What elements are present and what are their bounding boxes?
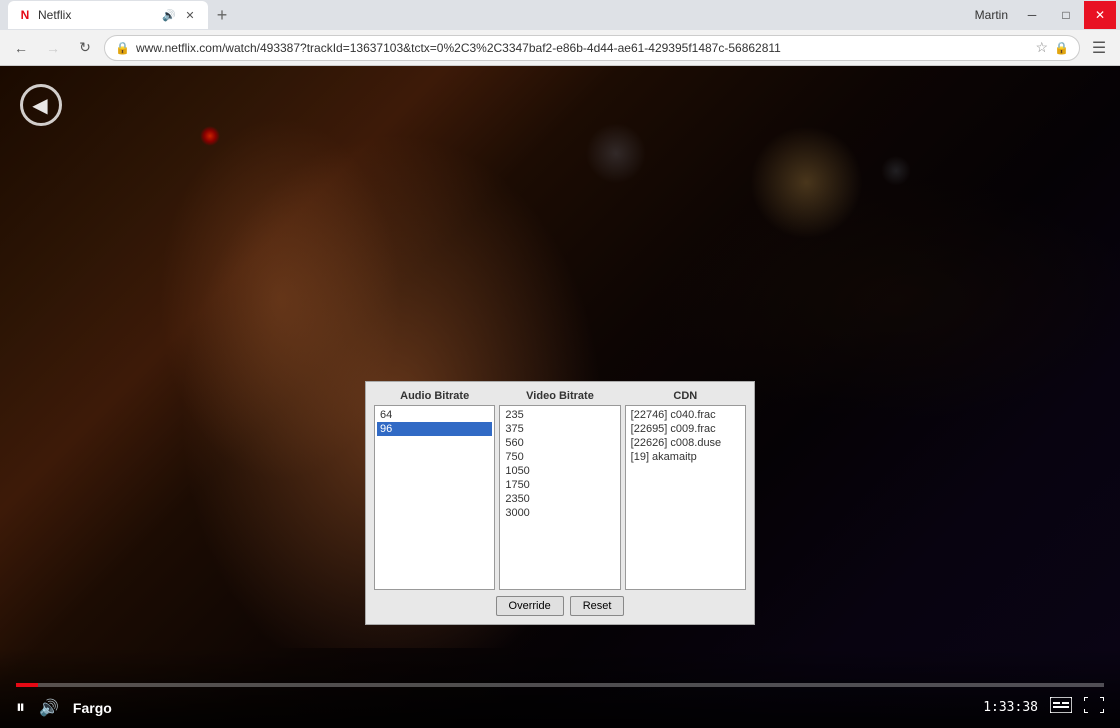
cdn-item-4[interactable]: [19] akamaitp <box>628 450 743 464</box>
video-bitrate-list[interactable]: 235 375 560 750 1050 1750 2350 3000 <box>499 405 620 590</box>
video-bitrate-item-375[interactable]: 375 <box>502 422 617 436</box>
video-bitrate-item-1750[interactable]: 1750 <box>502 478 617 492</box>
subtitles-button[interactable] <box>1050 697 1072 718</box>
forward-button[interactable]: → <box>40 35 66 61</box>
title-bar-left: N Netflix 🔊 ✕ + <box>0 1 236 29</box>
tab-title: Netflix <box>38 8 156 22</box>
override-button[interactable]: Override <box>496 596 564 616</box>
progress-fill <box>16 683 38 687</box>
debug-panel: Audio Bitrate 64 96 Video Bitrate 235 37… <box>365 381 755 625</box>
controls-row: ⏸ 🔊 Fargo 1:33:38 <box>16 697 1104 718</box>
user-name: Martin <box>969 8 1014 22</box>
netflix-logo: N <box>21 8 30 22</box>
chrome-window: N Netflix 🔊 ✕ + Martin ─ □ ✕ ← → ↻ 🔒 www… <box>0 0 1120 728</box>
player-controls: ⏸ 🔊 Fargo 1:33:38 <box>0 648 1120 728</box>
audio-bitrate-list[interactable]: 64 96 <box>374 405 495 590</box>
bookmark-icon[interactable]: ☆ <box>1035 39 1048 56</box>
debug-columns: Audio Bitrate 64 96 Video Bitrate 235 37… <box>374 390 746 590</box>
cdn-list[interactable]: [22746] c040.frac [22695] c009.frac [226… <box>625 405 746 590</box>
video-bitrate-item-235[interactable]: 235 <box>502 408 617 422</box>
address-bar: ← → ↻ 🔒 www.netflix.com/watch/493387?tra… <box>0 30 1120 66</box>
pause-button[interactable]: ⏸ <box>16 697 25 718</box>
audio-bitrate-item-64[interactable]: 64 <box>377 408 492 422</box>
minimize-button[interactable]: ─ <box>1016 1 1048 29</box>
volume-button[interactable]: 🔊 <box>39 698 59 718</box>
tab-favicon: N <box>18 8 32 22</box>
debug-buttons: Override Reset <box>374 596 746 616</box>
cdn-item-3[interactable]: [22626] c008.duse <box>628 436 743 450</box>
chrome-menu-button[interactable]: ☰ <box>1086 35 1112 61</box>
back-arrow-icon: ◀ <box>32 93 47 118</box>
lock-icon: 🔒 <box>115 41 130 55</box>
browser-tab[interactable]: N Netflix 🔊 ✕ <box>8 1 208 29</box>
url-text: www.netflix.com/watch/493387?trackId=136… <box>136 41 1030 55</box>
maximize-button[interactable]: □ <box>1050 1 1082 29</box>
audio-bitrate-item-96[interactable]: 96 <box>377 422 492 436</box>
reload-button[interactable]: ↻ <box>72 35 98 61</box>
reset-button[interactable]: Reset <box>570 596 625 616</box>
cdn-item-1[interactable]: [22746] c040.frac <box>628 408 743 422</box>
video-bitrate-header: Video Bitrate <box>499 390 620 402</box>
tab-close-button[interactable]: ✕ <box>182 7 198 23</box>
player-back-button[interactable]: ◀ <box>20 84 62 126</box>
controls-left: ⏸ 🔊 Fargo <box>16 697 112 718</box>
cdn-column: CDN [22746] c040.frac [22695] c009.frac … <box>625 390 746 590</box>
new-tab-button[interactable]: + <box>208 1 236 29</box>
video-bitrate-item-560[interactable]: 560 <box>502 436 617 450</box>
scene-light <box>200 126 220 146</box>
back-button[interactable]: ← <box>8 35 34 61</box>
progress-bar[interactable] <box>16 683 1104 687</box>
cdn-header: CDN <box>625 390 746 402</box>
video-bitrate-item-750[interactable]: 750 <box>502 450 617 464</box>
time-display: 1:33:38 <box>983 700 1038 715</box>
title-bar: N Netflix 🔊 ✕ + Martin ─ □ ✕ <box>0 0 1120 30</box>
video-bitrate-column: Video Bitrate 235 375 560 750 1050 1750 … <box>499 390 620 590</box>
video-bitrate-item-3000[interactable]: 3000 <box>502 506 617 520</box>
extension-icon[interactable]: 🔒 <box>1054 41 1069 55</box>
url-bar[interactable]: 🔒 www.netflix.com/watch/493387?trackId=1… <box>104 35 1080 61</box>
fullscreen-button[interactable] <box>1084 697 1104 718</box>
movie-title: Fargo <box>73 700 112 716</box>
tab-audio-icon: 🔊 <box>162 9 176 22</box>
video-bitrate-item-2350[interactable]: 2350 <box>502 492 617 506</box>
close-button[interactable]: ✕ <box>1084 1 1116 29</box>
video-player[interactable]: ◀ Audio Bitrate 64 96 Video Bitrate 235 <box>0 66 1120 728</box>
video-bitrate-item-1050[interactable]: 1050 <box>502 464 617 478</box>
title-bar-right: Martin ─ □ ✕ <box>969 1 1120 29</box>
cdn-item-2[interactable]: [22695] c009.frac <box>628 422 743 436</box>
controls-right: 1:33:38 <box>983 697 1104 718</box>
audio-bitrate-column: Audio Bitrate 64 96 <box>374 390 495 590</box>
audio-bitrate-header: Audio Bitrate <box>374 390 495 402</box>
